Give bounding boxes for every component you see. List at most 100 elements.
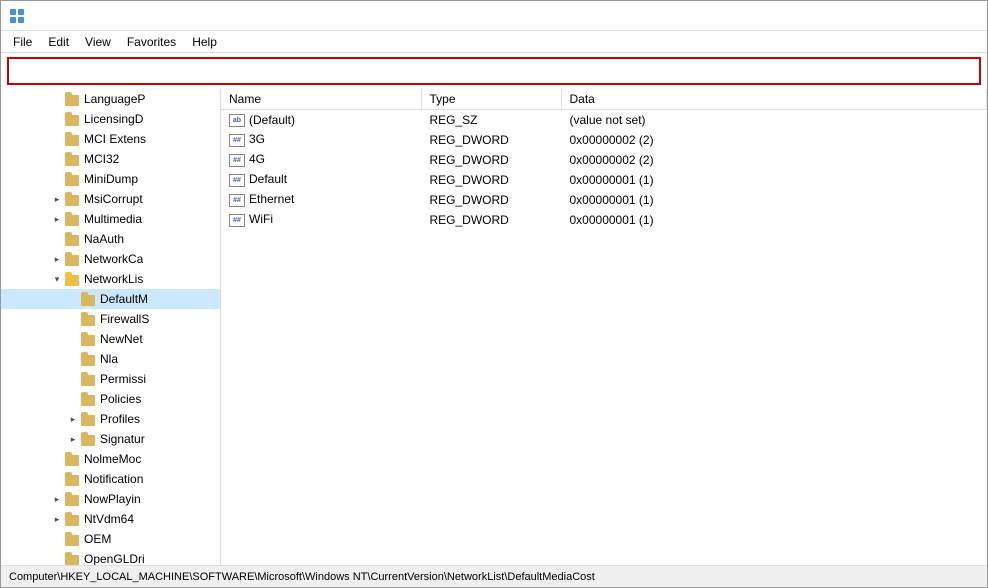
folder-icon [65,492,81,506]
tree-panel[interactable]: LanguageP LicensingD MCI Extens MCI32 MiniDu… [1,89,221,565]
tree-item[interactable]: ▸Profiles [1,409,220,429]
data-panel[interactable]: Name Type Data ab(Default)REG_SZ(value n… [221,89,987,565]
tree-item-label: MiniDump [84,172,138,186]
folder-icon [65,172,81,186]
tree-item[interactable]: ▾NetworkLis [1,269,220,289]
expand-placeholder [49,91,65,107]
reg-sz-icon: ab [229,114,245,127]
tree-item[interactable]: FirewallS [1,309,220,329]
table-row[interactable]: ##WiFiREG_DWORD0x00000001 (1) [221,210,987,230]
expand-placeholder [65,391,81,407]
table-row[interactable]: ##3GREG_DWORD0x00000002 (2) [221,130,987,150]
tree-item[interactable]: OpenGLDri [1,549,220,565]
reg-dword-icon: ## [229,134,245,147]
table-row[interactable]: ##4GREG_DWORD0x00000002 (2) [221,150,987,170]
tree-item-label: MCI32 [84,152,119,166]
expand-button[interactable]: ▸ [65,431,81,447]
tree-item[interactable]: ▸Signatur [1,429,220,449]
tree-item[interactable]: NolmeMoc [1,449,220,469]
cell-data: 0x00000002 (2) [561,150,987,170]
tree-item[interactable]: MCI Extens [1,129,220,149]
tree-item-label: Permissi [100,372,146,386]
tree-item[interactable]: DefaultM [1,289,220,309]
tree-item-label: NetworkCa [84,252,143,266]
folder-icon [65,132,81,146]
tree-item[interactable]: ▸ NtVdm64 [1,509,220,529]
cell-type: REG_DWORD [421,170,561,190]
table-row[interactable]: ab(Default)REG_SZ(value not set) [221,110,987,130]
expand-placeholder [65,371,81,387]
cell-name: ##4G [221,150,421,170]
tree-item[interactable]: OEM [1,529,220,549]
folder-icon [65,192,81,206]
maximize-button[interactable] [887,1,933,31]
tree-item[interactable]: NewNet [1,329,220,349]
folder-icon [65,252,81,266]
expand-placeholder [49,451,65,467]
menu-bar: File Edit View Favorites Help [1,31,987,53]
col-type[interactable]: Type [421,89,561,110]
tree-item[interactable]: MiniDump [1,169,220,189]
tree-item-label: FirewallS [100,312,149,326]
window-controls [841,1,979,31]
cell-type: REG_SZ [421,110,561,130]
tree-item[interactable]: ▸ NetworkCa [1,249,220,269]
expand-button[interactable]: ▸ [49,511,65,527]
tree-item[interactable]: Nla [1,349,220,369]
folder-icon [65,212,81,226]
folder-icon [81,292,97,306]
tree-item[interactable]: ▸NowPlayin [1,489,220,509]
expand-placeholder [65,331,81,347]
expand-button[interactable]: ▸ [49,211,65,227]
col-name[interactable]: Name [221,89,421,110]
cell-name: ab(Default) [221,110,421,130]
tree-item[interactable]: LanguageP [1,89,220,109]
tree-item[interactable]: Notification [1,469,220,489]
menu-help[interactable]: Help [184,33,225,51]
main-content: LanguageP LicensingD MCI Extens MCI32 MiniDu… [1,89,987,565]
tree-item-label: Multimedia [84,212,142,226]
tree-item-label: DefaultM [100,292,148,306]
tree-item[interactable]: ▸ MsiCorrupt [1,189,220,209]
tree-item-label: NewNet [100,332,143,346]
cell-name: ##WiFi [221,210,421,230]
folder-icon [65,92,81,106]
folder-icon [65,512,81,526]
status-bar: Computer\HKEY_LOCAL_MACHINE\SOFTWARE\Mic… [1,565,987,587]
tree-item[interactable]: ▸ Multimedia [1,209,220,229]
tree-item-label: LicensingD [84,112,143,126]
col-data[interactable]: Data [561,89,987,110]
tree-item[interactable]: Permissi [1,369,220,389]
expand-button[interactable]: ▾ [49,271,65,287]
menu-favorites[interactable]: Favorites [119,33,184,51]
table-row[interactable]: ##EthernetREG_DWORD0x00000001 (1) [221,190,987,210]
menu-file[interactable]: File [5,33,40,51]
expand-button[interactable]: ▸ [49,491,65,507]
tree-item[interactable]: LicensingD [1,109,220,129]
tree-item-label: OEM [84,532,111,546]
tree-item-label: NtVdm64 [84,512,134,526]
menu-edit[interactable]: Edit [40,33,77,51]
expand-placeholder [49,231,65,247]
expand-button[interactable]: ▸ [65,411,81,427]
close-button[interactable] [933,1,979,31]
expand-button[interactable]: ▸ [49,191,65,207]
reg-dword-icon: ## [229,194,245,207]
expand-placeholder [49,531,65,547]
expand-button[interactable]: ▸ [49,251,65,267]
expand-placeholder [49,131,65,147]
menu-view[interactable]: View [77,33,119,51]
minimize-button[interactable] [841,1,887,31]
tree-item[interactable]: Policies [1,389,220,409]
expand-placeholder [65,311,81,327]
cell-type: REG_DWORD [421,190,561,210]
tree-item-label: MsiCorrupt [84,192,143,206]
expand-placeholder [49,471,65,487]
reg-dword-icon: ## [229,214,245,227]
tree-item[interactable]: MCI32 [1,149,220,169]
address-bar[interactable] [7,57,981,85]
table-row[interactable]: ##DefaultREG_DWORD0x00000001 (1) [221,170,987,190]
reg-dword-icon: ## [229,154,245,167]
status-text: Computer\HKEY_LOCAL_MACHINE\SOFTWARE\Mic… [9,571,595,583]
tree-item[interactable]: NaAuth [1,229,220,249]
